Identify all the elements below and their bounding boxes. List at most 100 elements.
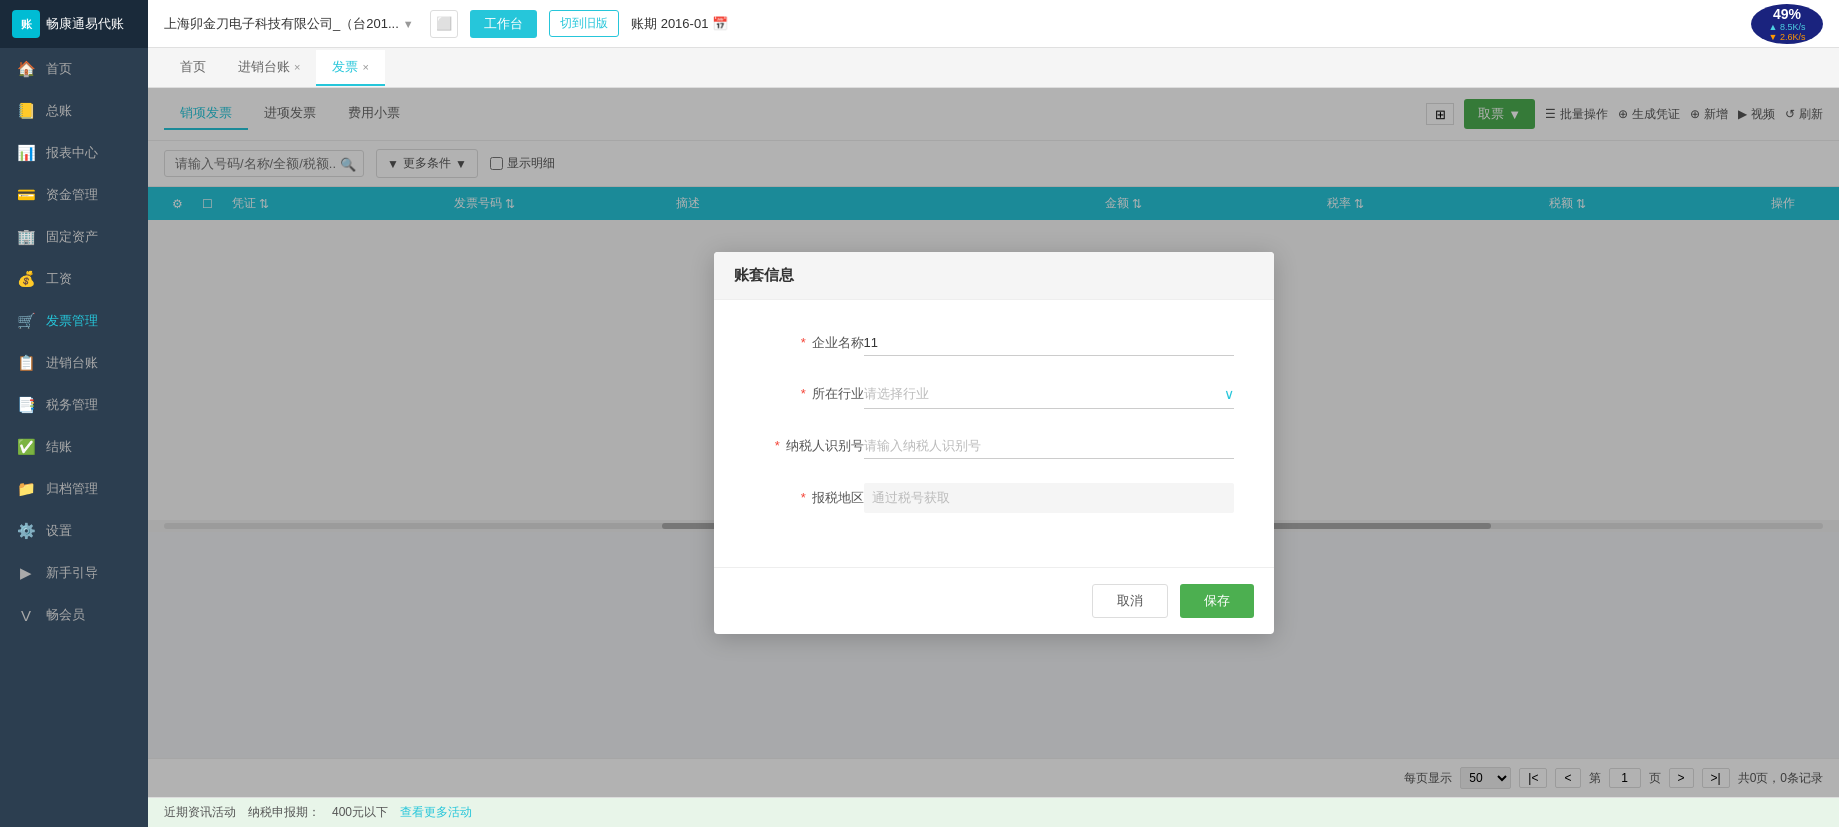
required-star: * bbox=[801, 335, 806, 350]
tab-putsale-close[interactable]: × bbox=[294, 61, 300, 73]
modal-body: * 企业名称 * 所在行业 请选择行业 ∨ bbox=[714, 300, 1274, 567]
sidebar-label-settle: 结账 bbox=[46, 438, 72, 456]
tab-invoice[interactable]: 发票 × bbox=[316, 50, 384, 86]
switch-version-button[interactable]: 切到旧版 bbox=[549, 10, 619, 37]
finance-icon: 💳 bbox=[16, 186, 36, 204]
tax-id-label: * 纳税人识别号 bbox=[754, 437, 864, 455]
modal-overlay: 账套信息 * 企业名称 * 所在行业 bbox=[148, 88, 1839, 797]
sidebar-item-settings[interactable]: ⚙️ 设置 bbox=[0, 510, 148, 552]
app-title: 畅康通易代账 bbox=[46, 15, 124, 33]
status-bar: 近期资讯活动 纳税申报期： 400元以下 查看更多活动 bbox=[148, 797, 1839, 827]
tab-putsale[interactable]: 进销台账 × bbox=[222, 50, 316, 86]
sidebar-item-ledger[interactable]: 📒 总账 bbox=[0, 90, 148, 132]
archive-icon: 📁 bbox=[16, 480, 36, 498]
workspace-button[interactable]: 工作台 bbox=[470, 10, 537, 38]
tax-icon: 📑 bbox=[16, 396, 36, 414]
guide-icon: ▶ bbox=[16, 564, 36, 582]
form-row-tax-region: * 报税地区 通过税号获取 bbox=[754, 483, 1234, 513]
invoice-icon: 🛒 bbox=[16, 312, 36, 330]
sidebar-label-tax: 税务管理 bbox=[46, 396, 98, 414]
tab-home[interactable]: 首页 bbox=[164, 50, 222, 86]
modal-footer: 取消 保存 bbox=[714, 567, 1274, 634]
cancel-button[interactable]: 取消 bbox=[1092, 584, 1168, 618]
sidebar-label-ledger: 总账 bbox=[46, 102, 72, 120]
required-star-4: * bbox=[801, 490, 806, 505]
company-selector[interactable]: 上海卯金刀电子科技有限公司_（台201... ▼ bbox=[164, 15, 414, 33]
sidebar-item-settle[interactable]: ✅ 结账 bbox=[0, 426, 148, 468]
network-speed-badge: 49% ▲ 8.5K/s ▼ 2.6K/s bbox=[1751, 4, 1823, 44]
sidebar-item-member[interactable]: V 畅会员 bbox=[0, 594, 148, 636]
content-area: 销项发票 进项发票 费用小票 ⊞ 取票 ▼ ☰ 批量操作 bbox=[148, 88, 1839, 797]
tab-invoice-label: 发票 bbox=[332, 58, 358, 76]
form-row-tax-id: * 纳税人识别号 bbox=[754, 433, 1234, 459]
download-speed: ▼ 2.6K/s bbox=[1769, 32, 1806, 42]
upload-speed: ▲ 8.5K/s bbox=[1769, 22, 1806, 32]
ledger-icon: 📒 bbox=[16, 102, 36, 120]
sidebar-item-putsale[interactable]: 📋 进销台账 bbox=[0, 342, 148, 384]
topbar: 上海卯金刀电子科技有限公司_（台201... ▼ ⬜ 工作台 切到旧版 账期 2… bbox=[148, 0, 1839, 48]
member-icon: V bbox=[16, 607, 36, 624]
speed-percent: 49% bbox=[1773, 6, 1801, 22]
save-button[interactable]: 保存 bbox=[1180, 584, 1254, 618]
tax-region-placeholder: 通过税号获取 bbox=[872, 490, 950, 505]
form-row-industry: * 所在行业 请选择行业 ∨ bbox=[754, 380, 1234, 409]
sidebar-label-assets: 固定资产 bbox=[46, 228, 98, 246]
industry-select[interactable]: 请选择行业 ∨ bbox=[864, 380, 1234, 409]
sidebar-item-report[interactable]: 📊 报表中心 bbox=[0, 132, 148, 174]
sidebar-item-guide[interactable]: ▶ 新手引导 bbox=[0, 552, 148, 594]
period-display: 账期 2016-01 📅 bbox=[631, 15, 729, 33]
sidebar-label-salary: 工资 bbox=[46, 270, 72, 288]
main-area: 上海卯金刀电子科技有限公司_（台201... ▼ ⬜ 工作台 切到旧版 账期 2… bbox=[148, 0, 1839, 827]
sidebar-item-salary[interactable]: 💰 工资 bbox=[0, 258, 148, 300]
copy-icon-btn[interactable]: ⬜ bbox=[430, 10, 458, 38]
settings-icon: ⚙️ bbox=[16, 522, 36, 540]
period-value: 2016-01 bbox=[661, 16, 709, 31]
sidebar-label-putsale: 进销台账 bbox=[46, 354, 98, 372]
sidebar-label-member: 畅会员 bbox=[46, 606, 85, 624]
calendar-icon[interactable]: 📅 bbox=[712, 16, 728, 31]
assets-icon: 🏢 bbox=[16, 228, 36, 246]
sidebar-item-finance[interactable]: 💳 资金管理 bbox=[0, 174, 148, 216]
status-more[interactable]: 查看更多活动 bbox=[400, 804, 472, 821]
modal-title: 账套信息 bbox=[714, 252, 1274, 300]
status-tax-value: 400元以下 bbox=[332, 804, 388, 821]
report-icon: 📊 bbox=[16, 144, 36, 162]
tab-bar: 首页 进销台账 × 发票 × bbox=[148, 48, 1839, 88]
sidebar-item-tax[interactable]: 📑 税务管理 bbox=[0, 384, 148, 426]
topbar-icon-group: ⬜ bbox=[430, 10, 458, 38]
tab-home-label: 首页 bbox=[180, 58, 206, 76]
account-info-modal: 账套信息 * 企业名称 * 所在行业 bbox=[714, 252, 1274, 634]
sidebar-item-archive[interactable]: 📁 归档管理 bbox=[0, 468, 148, 510]
required-star-3: * bbox=[775, 438, 780, 453]
topbar-right: 49% ▲ 8.5K/s ▼ 2.6K/s bbox=[1751, 4, 1823, 44]
sidebar: 账 畅康通易代账 🏠 首页 📒 总账 📊 报表中心 💳 资金管理 🏢 固定资产 … bbox=[0, 0, 148, 827]
tab-invoice-close[interactable]: × bbox=[362, 61, 368, 73]
sidebar-label-finance: 资金管理 bbox=[46, 186, 98, 204]
sidebar-label-home: 首页 bbox=[46, 60, 72, 78]
company-dropdown-icon: ▼ bbox=[403, 18, 414, 30]
home-icon: 🏠 bbox=[16, 60, 36, 78]
sidebar-item-assets[interactable]: 🏢 固定资产 bbox=[0, 216, 148, 258]
sidebar-label-report: 报表中心 bbox=[46, 144, 98, 162]
sidebar-label-invoice: 发票管理 bbox=[46, 312, 98, 330]
sidebar-label-settings: 设置 bbox=[46, 522, 72, 540]
tax-region-display: 通过税号获取 bbox=[864, 483, 1234, 513]
industry-label: * 所在行业 bbox=[754, 385, 864, 403]
tax-id-input[interactable] bbox=[864, 433, 1234, 459]
company-name-input[interactable] bbox=[864, 330, 1234, 356]
sidebar-item-invoice[interactable]: 🛒 发票管理 bbox=[0, 300, 148, 342]
salary-icon: 💰 bbox=[16, 270, 36, 288]
app-logo: 账 畅康通易代账 bbox=[0, 0, 148, 48]
sidebar-item-home[interactable]: 🏠 首页 bbox=[0, 48, 148, 90]
company-name-label: * 企业名称 bbox=[754, 334, 864, 352]
tab-putsale-label: 进销台账 bbox=[238, 58, 290, 76]
status-tax-label: 纳税申报期： bbox=[248, 804, 320, 821]
tax-region-label: * 报税地区 bbox=[754, 489, 864, 507]
putsale-icon: 📋 bbox=[16, 354, 36, 372]
company-name: 上海卯金刀电子科技有限公司_（台201... bbox=[164, 15, 399, 33]
logo-icon: 账 bbox=[12, 10, 40, 38]
sidebar-label-guide: 新手引导 bbox=[46, 564, 98, 582]
sidebar-label-archive: 归档管理 bbox=[46, 480, 98, 498]
required-star-2: * bbox=[801, 386, 806, 401]
settle-icon: ✅ bbox=[16, 438, 36, 456]
